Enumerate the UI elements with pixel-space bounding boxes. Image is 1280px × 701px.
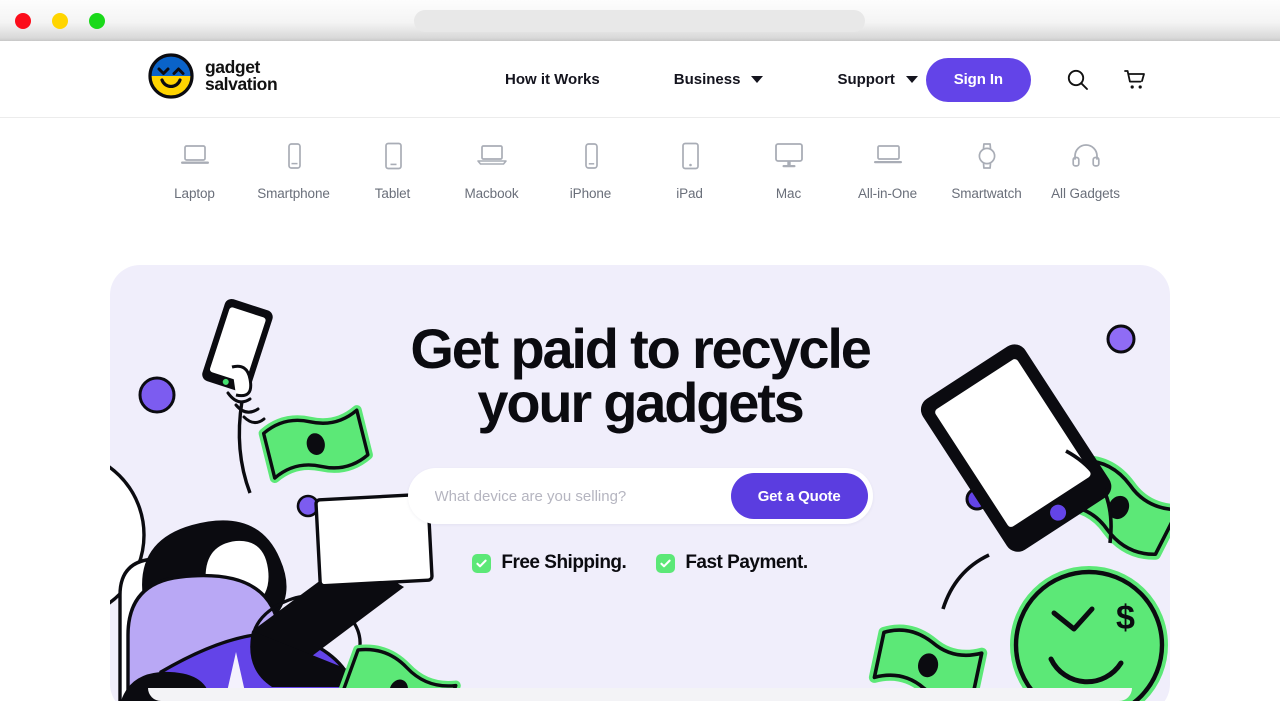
smartphone-icon bbox=[279, 140, 309, 172]
category-label: All-in-One bbox=[857, 186, 918, 201]
perk-fast-payment: Fast Payment. bbox=[656, 552, 808, 574]
hero-content: Get paid to recycle your gadgets Get a Q… bbox=[110, 265, 1170, 574]
category-label: Macbook bbox=[464, 186, 519, 201]
chevron-down-icon bbox=[751, 76, 764, 83]
category-label: iPad bbox=[676, 186, 703, 201]
quote-form: Get a Quote bbox=[407, 468, 873, 524]
cart-icon[interactable] bbox=[1123, 68, 1147, 92]
search-icon[interactable] bbox=[1065, 68, 1089, 92]
smartwatch-icon bbox=[973, 140, 1001, 172]
logo-wordmark: gadget salvation bbox=[205, 58, 278, 94]
category-item-ipad[interactable]: iPad bbox=[640, 140, 739, 201]
ipad-icon bbox=[675, 140, 705, 172]
category-label: All Gadgets bbox=[1051, 186, 1120, 201]
browser-chrome bbox=[0, 0, 1280, 41]
site-header: gadget salvation How it Works Business S… bbox=[0, 41, 1280, 118]
category-item-tablet[interactable]: Tablet bbox=[343, 140, 442, 201]
page-title: Get paid to recycle your gadgets bbox=[410, 321, 871, 431]
smiley-face-logo-icon bbox=[148, 53, 194, 99]
macbook-icon bbox=[476, 140, 508, 172]
category-bar: Laptop Smartphone Tablet Macbook iPhone … bbox=[0, 118, 1280, 224]
perk-label: Fast Payment. bbox=[685, 552, 808, 573]
nav-label: Support bbox=[837, 71, 895, 88]
svg-text:$: $ bbox=[1116, 599, 1135, 637]
category-item-mac[interactable]: Mac bbox=[739, 140, 838, 201]
imac-icon bbox=[773, 140, 805, 172]
category-label: Laptop bbox=[174, 186, 215, 201]
category-label: Smartphone bbox=[257, 186, 330, 201]
minimize-window-button[interactable] bbox=[52, 13, 68, 29]
window-controls bbox=[15, 13, 105, 29]
nav-label: How it Works bbox=[505, 71, 600, 88]
iphone-icon bbox=[576, 140, 606, 172]
category-item-laptop[interactable]: Laptop bbox=[145, 140, 244, 201]
all-in-one-icon bbox=[872, 140, 904, 172]
check-icon bbox=[656, 553, 676, 573]
logo-line-2: salvation bbox=[205, 74, 278, 94]
close-window-button[interactable] bbox=[15, 13, 31, 29]
nav-item-how-it-works[interactable]: How it Works bbox=[505, 71, 600, 88]
category-label: iPhone bbox=[569, 186, 612, 201]
category-label: Mac bbox=[775, 186, 802, 201]
main-navigation: How it Works Business Support bbox=[505, 41, 918, 118]
page-viewport: gadget salvation How it Works Business S… bbox=[0, 41, 1280, 701]
hero-banner: $ Get paid to recycle your gadgets What … bbox=[110, 265, 1170, 701]
laptop-icon bbox=[180, 140, 210, 172]
perk-free-shipping: Free Shipping. bbox=[472, 552, 627, 574]
page-bottom-shadow bbox=[148, 688, 1132, 701]
category-item-smartphone[interactable]: Smartphone bbox=[244, 140, 343, 201]
chevron-down-icon bbox=[905, 76, 918, 83]
tablet-icon bbox=[378, 140, 408, 172]
category-label: Smartwatch bbox=[951, 186, 1022, 201]
nav-label: Business bbox=[673, 71, 741, 88]
category-item-smartwatch[interactable]: Smartwatch bbox=[937, 140, 1036, 201]
perks-list: Free Shipping. Fast Payment. bbox=[472, 552, 808, 574]
hero-title-line-2: your gadgets bbox=[477, 371, 804, 434]
perk-label: Free Shipping. bbox=[501, 552, 627, 573]
site-logo[interactable]: gadget salvation bbox=[148, 53, 278, 99]
category-label: Tablet bbox=[374, 186, 411, 201]
search-input[interactable] bbox=[412, 473, 731, 519]
category-item-macbook[interactable]: Macbook bbox=[442, 140, 541, 201]
headphones-icon bbox=[1071, 140, 1101, 172]
sign-in-button[interactable]: Sign In bbox=[925, 57, 1031, 102]
category-item-iphone[interactable]: iPhone bbox=[541, 140, 640, 201]
category-item-all-in-one[interactable]: All-in-One bbox=[838, 140, 937, 201]
check-icon bbox=[472, 553, 492, 573]
nav-item-support[interactable]: Support bbox=[837, 71, 918, 88]
header-actions: Sign In bbox=[925, 41, 1147, 118]
maximize-window-button[interactable] bbox=[89, 13, 105, 29]
category-item-all-gadgets[interactable]: All Gadgets bbox=[1036, 140, 1135, 201]
nav-item-business[interactable]: Business bbox=[674, 71, 764, 88]
get-a-quote-button[interactable]: Get a Quote bbox=[730, 473, 868, 519]
address-bar[interactable] bbox=[414, 10, 865, 32]
